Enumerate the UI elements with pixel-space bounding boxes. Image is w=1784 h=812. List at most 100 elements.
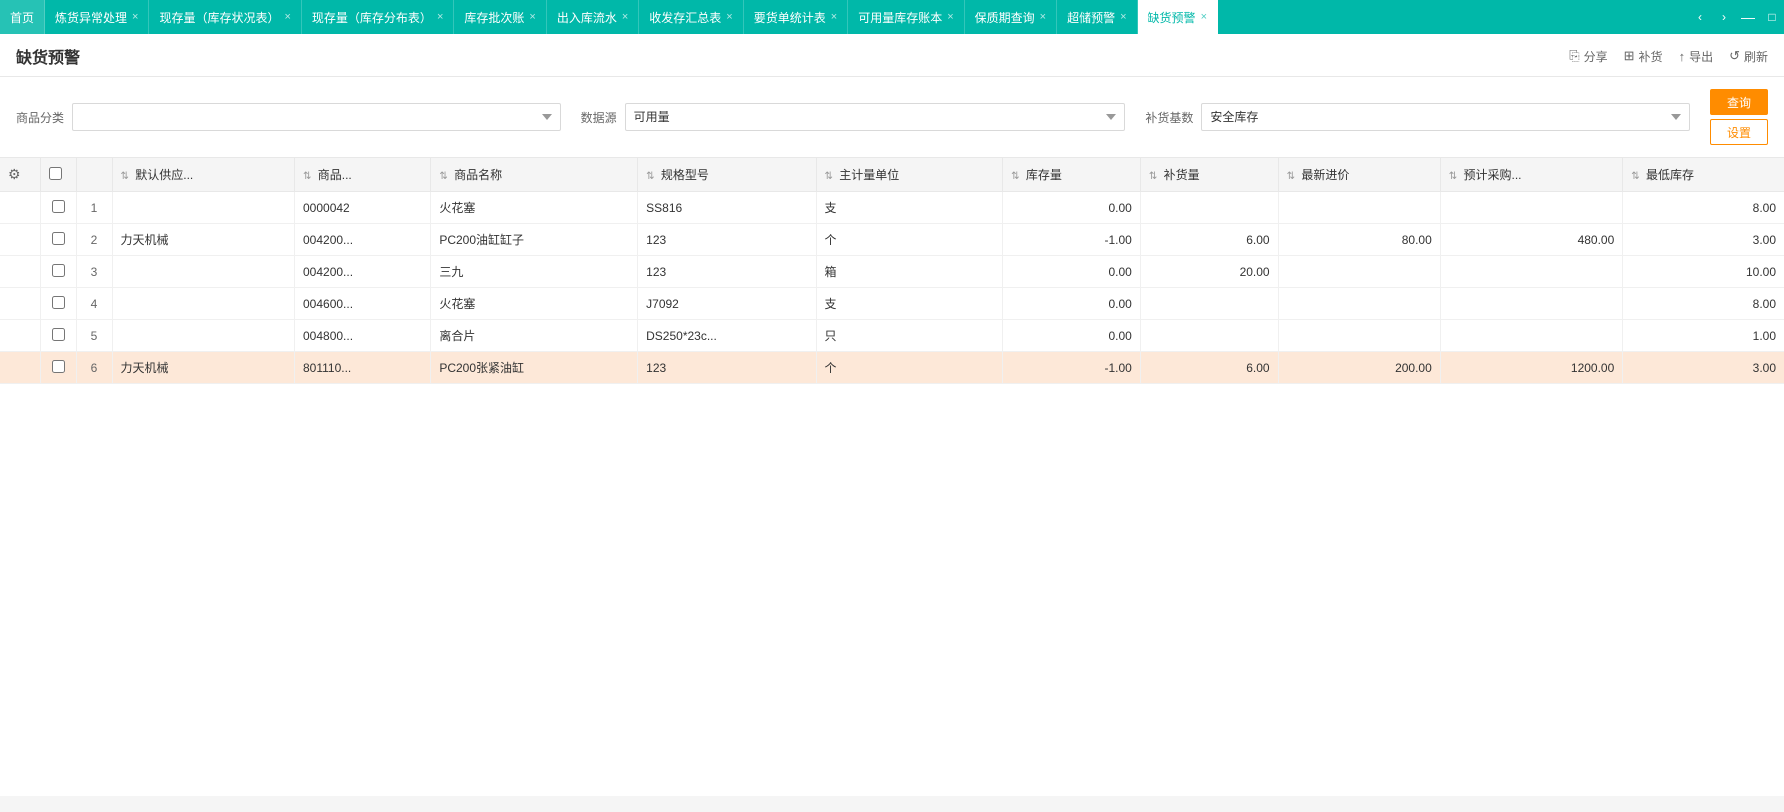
- tab-available-ledger[interactable]: 可用量库存账本 ×: [848, 0, 964, 34]
- row-spec-cell: 123: [638, 224, 816, 256]
- row-code-cell: 004200...: [295, 256, 431, 288]
- export-button[interactable]: ↑ 导出: [1679, 48, 1714, 65]
- query-button[interactable]: 查询: [1710, 89, 1768, 115]
- th-replenish[interactable]: 补货量: [1140, 158, 1278, 192]
- row-checkbox-cell: [40, 352, 76, 384]
- settings-button[interactable]: 设置: [1710, 119, 1768, 145]
- close-tab-overstock[interactable]: ×: [1120, 11, 1126, 23]
- datasource-filter: 数据源 可用量 库存量: [581, 103, 1126, 131]
- row-supplier-cell: [112, 256, 295, 288]
- page-title: 缺货预警: [16, 44, 80, 68]
- row-supplier-cell: [112, 192, 295, 224]
- row-latest-price-cell: [1278, 256, 1440, 288]
- row-settings-cell: [0, 320, 40, 352]
- close-tab-shortage[interactable]: ×: [1201, 11, 1207, 23]
- row-min-stock-cell: 1.00: [1623, 320, 1784, 352]
- window-maximize-button[interactable]: □: [1760, 0, 1784, 34]
- replenish-base-select[interactable]: 安全库存 最低库存: [1201, 103, 1690, 131]
- data-table: ⚙ 默认供应... 商品... 商品名称 规格型号: [0, 158, 1784, 384]
- filter-actions: 查询 设置: [1710, 89, 1768, 145]
- row-stock-cell: -1.00: [1003, 352, 1141, 384]
- close-tab-expiry-query[interactable]: ×: [1040, 11, 1046, 23]
- row-checkbox-cell: [40, 320, 76, 352]
- close-tab-inventory-status[interactable]: ×: [284, 11, 290, 23]
- th-code[interactable]: 商品...: [295, 158, 431, 192]
- table-row: 4 004600... 火花塞 J7092 支 0.00 8.00: [0, 288, 1784, 320]
- th-supplier[interactable]: 默认供应...: [112, 158, 295, 192]
- category-select[interactable]: [72, 103, 561, 131]
- row-min-stock-cell: 10.00: [1623, 256, 1784, 288]
- tab-expiry-query[interactable]: 保质期查询 ×: [965, 0, 1057, 34]
- th-min-stock[interactable]: 最低库存: [1623, 158, 1784, 192]
- table-header-row: ⚙ 默认供应... 商品... 商品名称 规格型号: [0, 158, 1784, 192]
- th-settings: ⚙: [0, 158, 40, 192]
- refresh-button[interactable]: ↺ 刷新: [1729, 48, 1768, 65]
- table-row: 6 力天机械 801110... PC200张紧油缸 123 个 -1.00 6…: [0, 352, 1784, 384]
- tab-abnormal[interactable]: 炼货异常处理 ×: [45, 0, 149, 34]
- th-est-purchase[interactable]: 预计采购...: [1440, 158, 1623, 192]
- tab-batch-account[interactable]: 库存批次账 ×: [454, 0, 546, 34]
- top-nav: 首页 炼货异常处理 × 现存量（库存状况表） × 现存量（库存分布表） × 库存…: [0, 0, 1784, 34]
- tab-inventory-status[interactable]: 现存量（库存状况表） ×: [149, 0, 301, 34]
- row-num-cell: 6: [76, 352, 112, 384]
- th-name[interactable]: 商品名称: [431, 158, 638, 192]
- export-icon: ↑: [1679, 49, 1686, 64]
- row-code-cell: 004600...: [295, 288, 431, 320]
- tab-collect-summary[interactable]: 收发存汇总表 ×: [639, 0, 743, 34]
- row-num-cell: 2: [76, 224, 112, 256]
- close-tab-available-ledger[interactable]: ×: [947, 11, 953, 23]
- row-est-purchase-cell: [1440, 192, 1623, 224]
- replenish-icon: ⊞: [1624, 48, 1635, 64]
- tab-inventory-dist[interactable]: 现存量（库存分布表） ×: [302, 0, 454, 34]
- tab-home[interactable]: 首页: [0, 0, 45, 34]
- close-tab-batch-account[interactable]: ×: [529, 11, 535, 23]
- row-checkbox-4[interactable]: [52, 328, 65, 341]
- nav-next-button[interactable]: ›: [1712, 0, 1736, 34]
- close-tab-order-stats[interactable]: ×: [831, 11, 837, 23]
- table-row: 2 力天机械 004200... PC200油缸缸子 123 个 -1.00 6…: [0, 224, 1784, 256]
- tab-order-stats[interactable]: 要货单统计表 ×: [744, 0, 848, 34]
- row-latest-price-cell: [1278, 288, 1440, 320]
- close-tab-collect-summary[interactable]: ×: [726, 11, 732, 23]
- th-latest-price[interactable]: 最新进价: [1278, 158, 1440, 192]
- row-checkbox-1[interactable]: [52, 232, 65, 245]
- row-min-stock-cell: 8.00: [1623, 288, 1784, 320]
- category-filter: 商品分类: [16, 103, 561, 131]
- close-tab-inventory-dist[interactable]: ×: [437, 11, 443, 23]
- row-est-purchase-cell: [1440, 288, 1623, 320]
- row-settings-cell: [0, 352, 40, 384]
- row-settings-cell: [0, 224, 40, 256]
- table-row: 5 004800... 离合片 DS250*23c... 只 0.00 1.00: [0, 320, 1784, 352]
- row-checkbox-cell: [40, 256, 76, 288]
- row-name-cell: 火花塞: [431, 288, 638, 320]
- th-stock[interactable]: 库存量: [1003, 158, 1141, 192]
- window-minimize-button[interactable]: —: [1736, 0, 1760, 34]
- share-icon: ⎘: [1569, 48, 1579, 64]
- row-settings-cell: [0, 192, 40, 224]
- select-all-checkbox[interactable]: [49, 167, 62, 180]
- th-unit[interactable]: 主计量单位: [816, 158, 1003, 192]
- th-spec[interactable]: 规格型号: [638, 158, 816, 192]
- replenish-base-label: 补货基数: [1145, 109, 1193, 126]
- row-checkbox-0[interactable]: [52, 200, 65, 213]
- row-unit-cell: 只: [816, 320, 1003, 352]
- row-num-cell: 1: [76, 192, 112, 224]
- datasource-select[interactable]: 可用量 库存量: [625, 103, 1126, 131]
- close-tab-abnormal[interactable]: ×: [132, 11, 138, 23]
- column-settings-icon[interactable]: ⚙: [8, 166, 21, 182]
- row-code-cell: 004200...: [295, 224, 431, 256]
- row-est-purchase-cell: [1440, 320, 1623, 352]
- row-checkbox-2[interactable]: [52, 264, 65, 277]
- row-name-cell: PC200张紧油缸: [431, 352, 638, 384]
- tab-overstock[interactable]: 超储预警 ×: [1057, 0, 1137, 34]
- nav-prev-button[interactable]: ‹: [1688, 0, 1712, 34]
- tab-shortage[interactable]: 缺货预警 ×: [1138, 0, 1218, 34]
- close-tab-inout-flow[interactable]: ×: [622, 11, 628, 23]
- share-button[interactable]: ⎘ 分享: [1569, 48, 1607, 65]
- tab-inout-flow[interactable]: 出入库流水 ×: [547, 0, 639, 34]
- replenish-button[interactable]: ⊞ 补货: [1624, 48, 1663, 65]
- row-unit-cell: 支: [816, 288, 1003, 320]
- nav-arrows: ‹ › — □: [1688, 0, 1784, 34]
- row-checkbox-3[interactable]: [52, 296, 65, 309]
- row-checkbox-5[interactable]: [52, 360, 65, 373]
